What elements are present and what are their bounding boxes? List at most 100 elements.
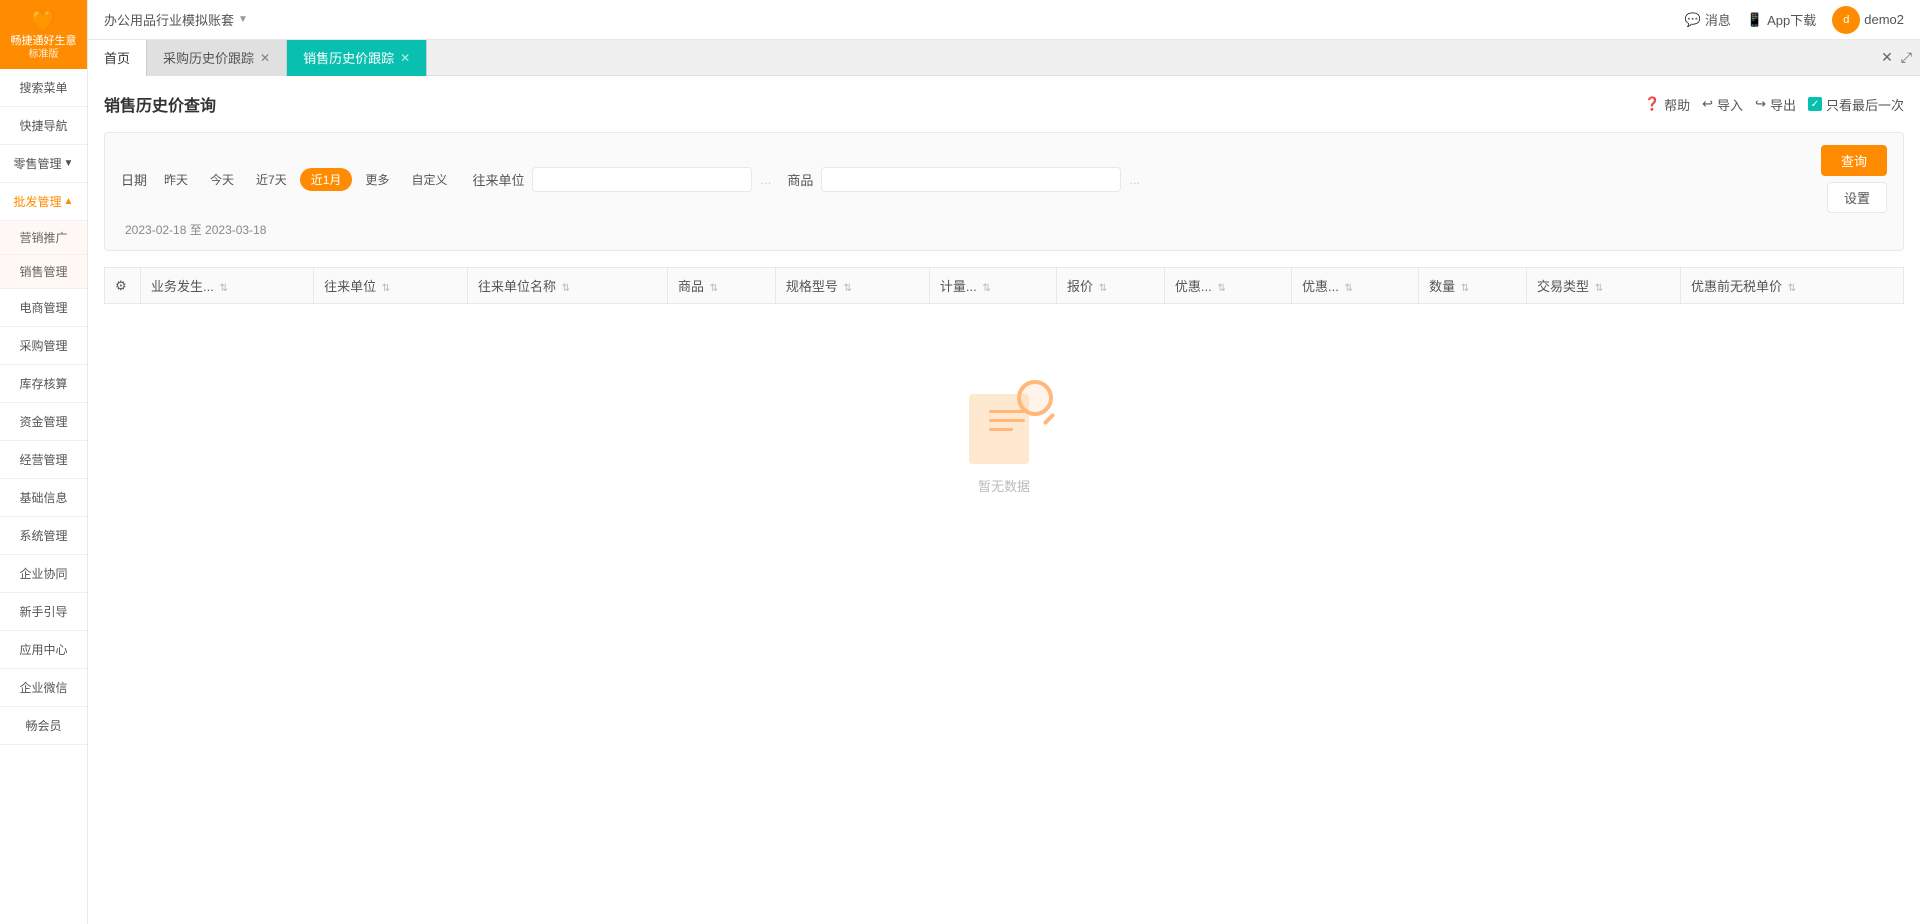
app-subtitle: 标准版 xyxy=(11,48,77,61)
tab-home[interactable]: 首页 xyxy=(88,40,147,76)
table-col-trade-type[interactable]: 交易类型 ⇅ xyxy=(1527,268,1681,304)
export-btn[interactable]: ↪ 导出 xyxy=(1755,95,1796,114)
sidebar-item-sales-mgmt[interactable]: 销售管理 xyxy=(0,255,87,289)
sidebar-item-app-center[interactable]: 应用中心 xyxy=(0,631,87,669)
quantity-label: 数量 xyxy=(1429,279,1455,294)
setting-btn[interactable]: 设置 xyxy=(1827,182,1887,213)
app-name: 畅捷通好生意 xyxy=(11,34,77,48)
import-btn[interactable]: ↩ 导入 xyxy=(1702,95,1743,114)
ecommerce-label: 电商管理 xyxy=(4,299,83,316)
sidebar-item-basic-info[interactable]: 基础信息 xyxy=(0,479,87,517)
sidebar-item-member[interactable]: 畅会员 xyxy=(0,707,87,745)
sidebar-item-system[interactable]: 系统管理 xyxy=(0,517,87,555)
export-label: 导出 xyxy=(1770,95,1796,114)
product-input[interactable] xyxy=(821,167,1121,192)
app-selector-label: 办公用品行业模拟账套 xyxy=(104,10,234,29)
export-icon: ↪ xyxy=(1755,96,1766,112)
basic-info-label: 基础信息 xyxy=(4,489,83,506)
tab-sales-label: 销售历史价跟踪 xyxy=(303,48,394,67)
content: 销售历史价查询 ❓ 帮助 ↩ 导入 ↪ 导出 ✓ 只看最后一次 xyxy=(88,76,1920,924)
date-btn-last1m[interactable]: 近1月 xyxy=(300,168,353,191)
product-input-ellipsis: ... xyxy=(1129,172,1140,187)
help-label: 帮助 xyxy=(1664,95,1690,114)
date-btn-today[interactable]: 今天 xyxy=(201,168,243,191)
empty-state: 暂无数据 xyxy=(104,304,1904,575)
sidebar-item-shortcut[interactable]: 快捷导航 xyxy=(0,107,87,145)
table-col-discount2[interactable]: 优惠... ⇅ xyxy=(1291,268,1418,304)
partner-label: 往来单位 xyxy=(472,170,524,189)
table-col-discount1[interactable]: 优惠... ⇅ xyxy=(1164,268,1291,304)
table-col-product[interactable]: 商品 ⇅ xyxy=(667,268,775,304)
date-btn-yesterday[interactable]: 昨天 xyxy=(155,168,197,191)
table-col-unit[interactable]: 计量... ⇅ xyxy=(929,268,1056,304)
sort-icon: ⇅ xyxy=(562,283,570,294)
sidebar-item-ecommerce[interactable]: 电商管理 xyxy=(0,289,87,327)
sort-icon: ⇅ xyxy=(1217,283,1225,294)
data-table: ⚙ 业务发生... ⇅ 往来单位 ⇅ 往来单位名称 ⇅ xyxy=(104,267,1904,304)
product-label: 商品 xyxy=(787,170,813,189)
maximize-btn[interactable]: ⤢ xyxy=(1901,49,1912,66)
table-col-biz-date[interactable]: 业务发生... ⇅ xyxy=(141,268,314,304)
search-label: 搜索菜单 xyxy=(4,79,83,96)
tab-purchase-label: 采购历史价跟踪 xyxy=(163,48,254,67)
app-download-btn[interactable]: 📱 App下载 xyxy=(1747,10,1816,29)
table-col-partner-name[interactable]: 往来单位名称 ⇅ xyxy=(468,268,668,304)
app-center-label: 应用中心 xyxy=(4,641,83,658)
sidebar-item-retail[interactable]: 零售管理 ▼ xyxy=(0,145,87,183)
only-last-checkbox[interactable]: ✓ xyxy=(1808,97,1822,111)
sidebar-item-operations[interactable]: 经营管理 xyxy=(0,441,87,479)
date-btn-custom[interactable]: 自定义 xyxy=(402,168,456,191)
sidebar-item-purchase[interactable]: 采购管理 xyxy=(0,327,87,365)
only-last-label: 只看最后一次 xyxy=(1826,95,1904,114)
date-btn-more[interactable]: 更多 xyxy=(356,168,398,191)
sidebar-item-wholesale[interactable]: 批发管理 ▲ xyxy=(0,183,87,221)
date-range-display: 2023-02-18 至 2023-03-18 xyxy=(125,221,266,238)
tabs-actions: ✕ ⤢ xyxy=(1881,49,1920,66)
guide-label: 新手引导 xyxy=(4,603,83,620)
sort-icon: ⇅ xyxy=(219,283,227,294)
app-selector[interactable]: 办公用品行业模拟账套 ▼ xyxy=(104,10,248,29)
top-bar-right: 💬 消息 📱 App下载 d demo2 xyxy=(1685,6,1904,34)
sidebar-item-marketing[interactable]: 营销推广 xyxy=(0,221,87,255)
message-btn[interactable]: 💬 消息 xyxy=(1685,10,1731,29)
page-header: 销售历史价查询 ❓ 帮助 ↩ 导入 ↪ 导出 ✓ 只看最后一次 xyxy=(104,92,1904,116)
partner-input[interactable] xyxy=(532,167,752,192)
purchase-label: 采购管理 xyxy=(4,337,83,354)
close-all-tabs-btn[interactable]: ✕ xyxy=(1881,49,1893,66)
table-col-quoted-price[interactable]: 报价 ⇅ xyxy=(1056,268,1164,304)
import-icon: ↩ xyxy=(1702,96,1713,112)
tab-sales-history[interactable]: 销售历史价跟踪 ✕ xyxy=(287,40,427,76)
query-btn[interactable]: 查询 xyxy=(1821,145,1887,176)
import-label: 导入 xyxy=(1717,95,1743,114)
sidebar-item-finance[interactable]: 资金管理 xyxy=(0,403,87,441)
table-col-quantity[interactable]: 数量 ⇅ xyxy=(1419,268,1527,304)
tab-purchase-close-icon[interactable]: ✕ xyxy=(260,51,270,65)
help-btn[interactable]: ❓ 帮助 xyxy=(1644,95,1690,114)
table-col-partner-code[interactable]: 往来单位 ⇅ xyxy=(314,268,468,304)
sort-icon: ⇅ xyxy=(1788,283,1796,294)
tab-sales-close-icon[interactable]: ✕ xyxy=(400,51,410,65)
empty-text: 暂无数据 xyxy=(978,476,1030,495)
date-btn-last7[interactable]: 近7天 xyxy=(247,168,296,191)
sidebar-item-search[interactable]: 搜索菜单 xyxy=(0,69,87,107)
sidebar-item-enterprise-coop[interactable]: 企业协同 xyxy=(0,555,87,593)
tab-purchase-history[interactable]: 采购历史价跟踪 ✕ xyxy=(147,40,287,76)
only-last-toggle[interactable]: ✓ 只看最后一次 xyxy=(1808,95,1904,114)
biz-date-label: 业务发生... xyxy=(151,279,214,294)
user-label: demo2 xyxy=(1864,12,1904,27)
trade-type-label: 交易类型 xyxy=(1537,279,1589,294)
sidebar-item-inventory[interactable]: 库存核算 xyxy=(0,365,87,403)
user-menu[interactable]: d demo2 xyxy=(1832,6,1904,34)
sort-icon: ⇅ xyxy=(1461,283,1469,294)
system-label: 系统管理 xyxy=(4,527,83,544)
sidebar-item-enterprise-wechat[interactable]: 企业微信 xyxy=(0,669,87,707)
table-col-pre-tax-price[interactable]: 优惠前无税单价 ⇅ xyxy=(1680,268,1903,304)
table-col-settings[interactable]: ⚙ xyxy=(105,268,141,304)
sidebar-item-guide[interactable]: 新手引导 xyxy=(0,593,87,631)
page-actions: ❓ 帮助 ↩ 导入 ↪ 导出 ✓ 只看最后一次 xyxy=(1644,95,1904,114)
sort-icon: ⇅ xyxy=(982,283,990,294)
sort-icon: ⇅ xyxy=(710,283,718,294)
table-col-spec[interactable]: 规格型号 ⇅ xyxy=(775,268,929,304)
inventory-label: 库存核算 xyxy=(4,375,83,392)
help-icon: ❓ xyxy=(1644,96,1660,112)
